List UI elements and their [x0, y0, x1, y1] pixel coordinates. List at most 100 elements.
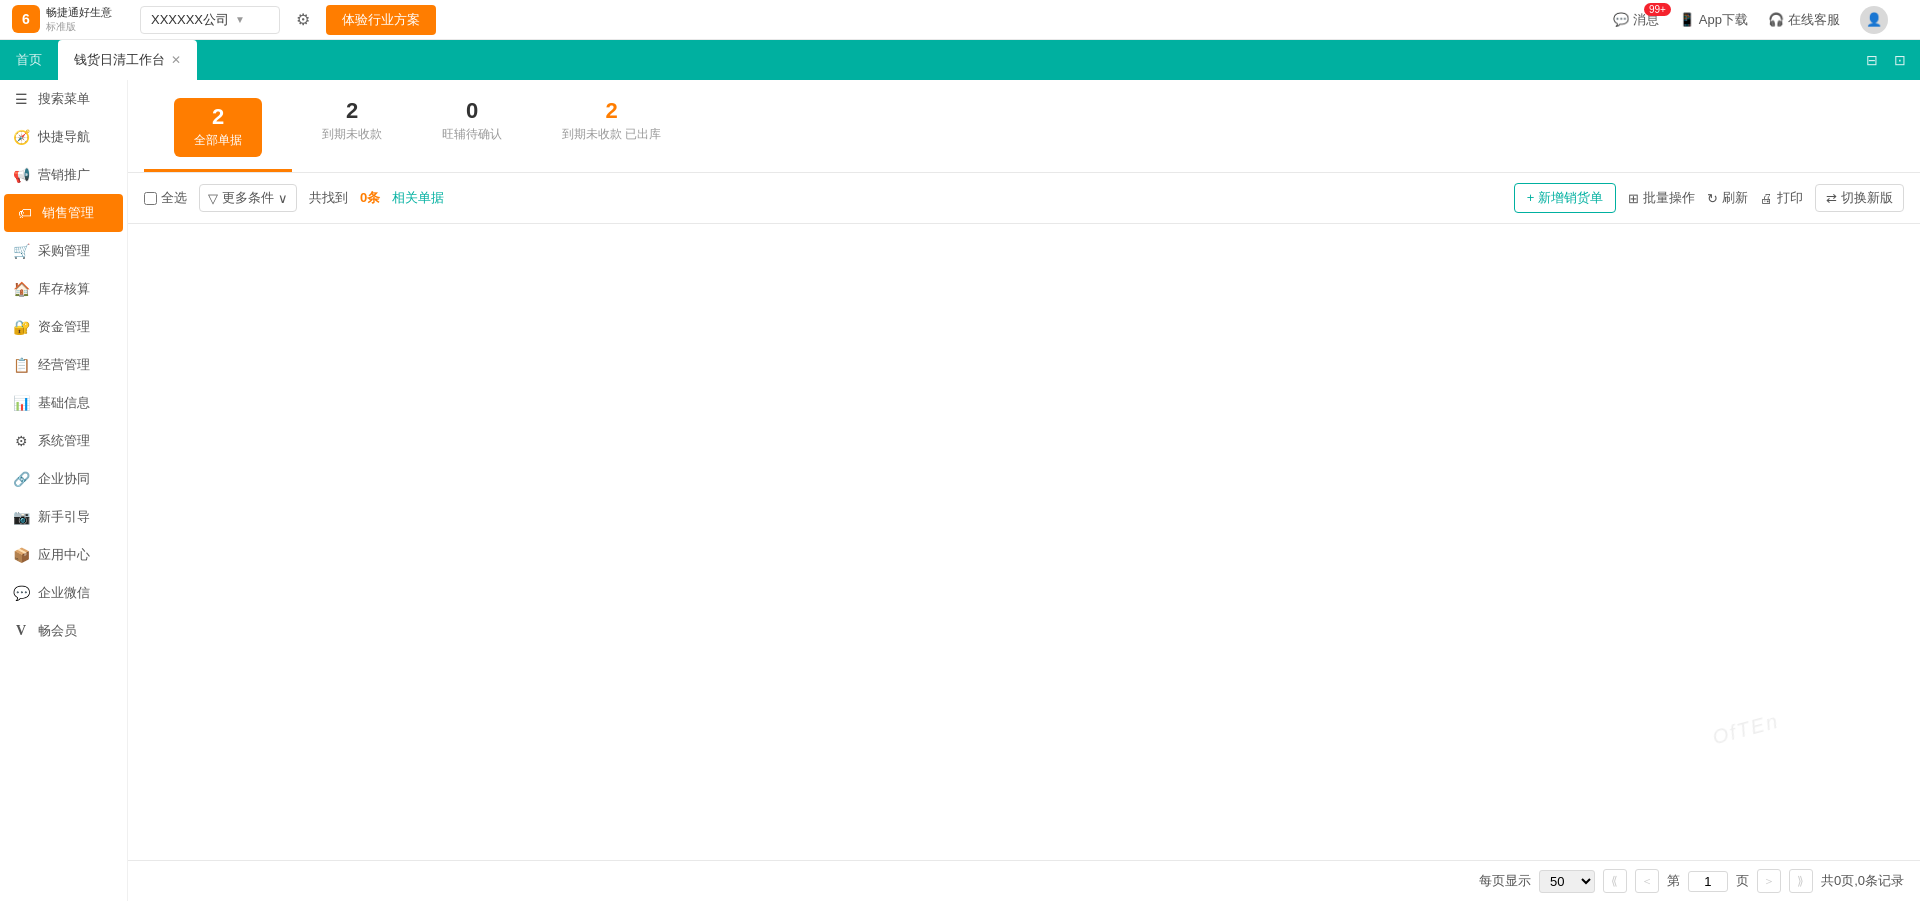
sidebar-wechat-work-label: 企业微信: [38, 584, 90, 602]
member-icon: V: [12, 622, 30, 640]
search-menu-icon: ☰: [12, 90, 30, 108]
print-label: 打印: [1777, 189, 1803, 207]
compass-icon: 🧭: [12, 128, 30, 146]
sales-icon: 🏷: [16, 204, 34, 222]
tab-expand-icon[interactable]: ⊡: [1890, 48, 1910, 72]
page-suffix: 页: [1736, 872, 1749, 890]
operations-icon: 📋: [12, 356, 30, 374]
experience-button[interactable]: 体验行业方案: [326, 5, 436, 35]
sidebar-item-operations[interactable]: 📋 经营管理: [0, 346, 127, 384]
chevron-filter-icon: ∨: [278, 191, 288, 206]
message-badge: 99+: [1644, 3, 1671, 16]
select-all-checkbox[interactable]: 全选: [144, 189, 187, 207]
stat-overdue-label: 到期未收款: [322, 126, 382, 143]
user-icon: 👤: [1866, 12, 1882, 27]
sidebar-item-basic-info[interactable]: 📊 基础信息: [0, 384, 127, 422]
tab-home[interactable]: 首页: [0, 40, 58, 80]
company-selector[interactable]: XXXXXX公司 ▼: [140, 6, 280, 34]
sidebar-item-system[interactable]: ⚙ 系统管理: [0, 422, 127, 460]
basic-info-icon: 📊: [12, 394, 30, 412]
chevron-down-icon: ▼: [235, 14, 245, 25]
sidebar-item-inventory[interactable]: 🏠 库存核算: [0, 270, 127, 308]
stat-tab-overdue[interactable]: 2 到期未收款: [292, 90, 412, 172]
settings-button[interactable]: ⚙: [288, 5, 318, 35]
print-icon: 🖨: [1760, 191, 1773, 206]
system-icon: ⚙: [12, 432, 30, 450]
stat-all-count: 2: [212, 104, 224, 130]
found-count: 0条: [360, 189, 380, 207]
sidebar-operations-label: 经营管理: [38, 356, 90, 374]
main-layout: ☰ 搜索菜单 🧭 快捷导航 📢 营销推广 🏷 销售管理 🛒 采购管理 🏠 库存核…: [0, 80, 1920, 901]
prev-page-button[interactable]: ＜: [1635, 869, 1659, 893]
tab-workbench[interactable]: 钱货日清工作台 ✕: [58, 40, 197, 80]
per-page-select[interactable]: 50 20 100: [1539, 870, 1595, 893]
last-page-button[interactable]: ⟫: [1789, 869, 1813, 893]
sidebar-item-guide[interactable]: 📷 新手引导: [0, 498, 127, 536]
sidebar-sales-label: 销售管理: [42, 204, 94, 222]
related-orders-link[interactable]: 相关单据: [392, 189, 444, 207]
app-center-icon: 📦: [12, 546, 30, 564]
sidebar-item-sales[interactable]: 🏷 销售管理: [4, 194, 123, 232]
sidebar: ☰ 搜索菜单 🧭 快捷导航 📢 营销推广 🏷 销售管理 🛒 采购管理 🏠 库存核…: [0, 80, 128, 901]
toolbar: 全选 ▽ 更多条件 ∨ 共找到 0条 相关单据 + 新增销货单 ⊞ 批量操作 ↻…: [128, 173, 1920, 224]
company-name: XXXXXX公司: [151, 11, 229, 29]
app-download-label: App下载: [1699, 11, 1748, 29]
sidebar-basic-info-label: 基础信息: [38, 394, 90, 412]
sidebar-quick-nav-label: 快捷导航: [38, 128, 90, 146]
stat-tab-pending[interactable]: 0 旺辅待确认: [412, 90, 532, 172]
tab-close-icon[interactable]: ✕: [171, 53, 181, 67]
online-service-label: 在线客服: [1788, 11, 1840, 29]
sidebar-funds-label: 资金管理: [38, 318, 90, 336]
enterprise-icon: 🔗: [12, 470, 30, 488]
sidebar-item-member[interactable]: V 畅会员: [0, 612, 127, 650]
sidebar-system-label: 系统管理: [38, 432, 90, 450]
guide-icon: 📷: [12, 508, 30, 526]
logo-text-area: 畅捷通好生意 标准版: [46, 5, 112, 33]
per-page-label: 每页显示: [1479, 872, 1531, 890]
tab-minimize-icon[interactable]: ⊟: [1862, 48, 1882, 72]
wechat-work-icon: 💬: [12, 584, 30, 602]
stat-pending-count: 0: [466, 98, 478, 124]
sidebar-app-center-label: 应用中心: [38, 546, 90, 564]
stat-tab-all[interactable]: 2 全部单据: [144, 90, 292, 172]
sidebar-item-search[interactable]: ☰ 搜索菜单: [0, 80, 127, 118]
sidebar-item-purchase[interactable]: 🛒 采购管理: [0, 232, 127, 270]
filter-button[interactable]: ▽ 更多条件 ∨: [199, 184, 297, 212]
print-button[interactable]: 🖨 打印: [1760, 189, 1803, 207]
content-area: 2 全部单据 2 到期未收款 0 旺辅待确认 2 到期未收款 已出库 全选: [128, 80, 1920, 901]
marketing-icon: 📢: [12, 166, 30, 184]
switch-version-button[interactable]: ⇄ 切换新版: [1815, 184, 1904, 212]
app-download-button[interactable]: 📱 App下载: [1679, 11, 1748, 29]
sidebar-item-marketing[interactable]: 📢 营销推广: [0, 156, 127, 194]
sidebar-guide-label: 新手引导: [38, 508, 90, 526]
refresh-button[interactable]: ↻ 刷新: [1707, 189, 1748, 207]
batch-operation-button[interactable]: ⊞ 批量操作: [1628, 189, 1695, 207]
total-info: 共0页,0条记录: [1821, 872, 1904, 890]
sidebar-item-funds[interactable]: 🔐 资金管理: [0, 308, 127, 346]
page-number-input[interactable]: [1688, 871, 1728, 892]
sidebar-item-app-center[interactable]: 📦 应用中心: [0, 536, 127, 574]
logo-icon: 6: [12, 5, 40, 33]
funds-icon: 🔐: [12, 318, 30, 336]
switch-icon: ⇄: [1826, 191, 1837, 206]
online-service-button[interactable]: 🎧 在线客服: [1768, 11, 1840, 29]
add-order-button[interactable]: + 新增销货单: [1514, 183, 1616, 213]
top-header: 6 畅捷通好生意 标准版 XXXXXX公司 ▼ ⚙ 体验行业方案 💬 消息 99…: [0, 0, 1920, 40]
tab-workbench-label: 钱货日清工作台: [74, 51, 165, 69]
sidebar-item-quick-nav[interactable]: 🧭 快捷导航: [0, 118, 127, 156]
sidebar-purchase-label: 采购管理: [38, 242, 90, 260]
message-button[interactable]: 💬 消息 99+: [1613, 11, 1659, 29]
stat-tab-shipped[interactable]: 2 到期未收款 已出库: [532, 90, 691, 172]
checkbox-input[interactable]: [144, 192, 157, 205]
sidebar-item-enterprise[interactable]: 🔗 企业协同: [0, 460, 127, 498]
next-page-button[interactable]: ＞: [1757, 869, 1781, 893]
page-label: 第: [1667, 872, 1680, 890]
batch-label: 批量操作: [1643, 189, 1695, 207]
sidebar-enterprise-label: 企业协同: [38, 470, 90, 488]
sidebar-inventory-label: 库存核算: [38, 280, 90, 298]
tab-home-label: 首页: [16, 51, 42, 69]
download-icon: 📱: [1679, 12, 1695, 27]
first-page-button[interactable]: ⟪: [1603, 869, 1627, 893]
sidebar-item-wechat-work[interactable]: 💬 企业微信: [0, 574, 127, 612]
avatar[interactable]: 👤: [1860, 6, 1888, 34]
